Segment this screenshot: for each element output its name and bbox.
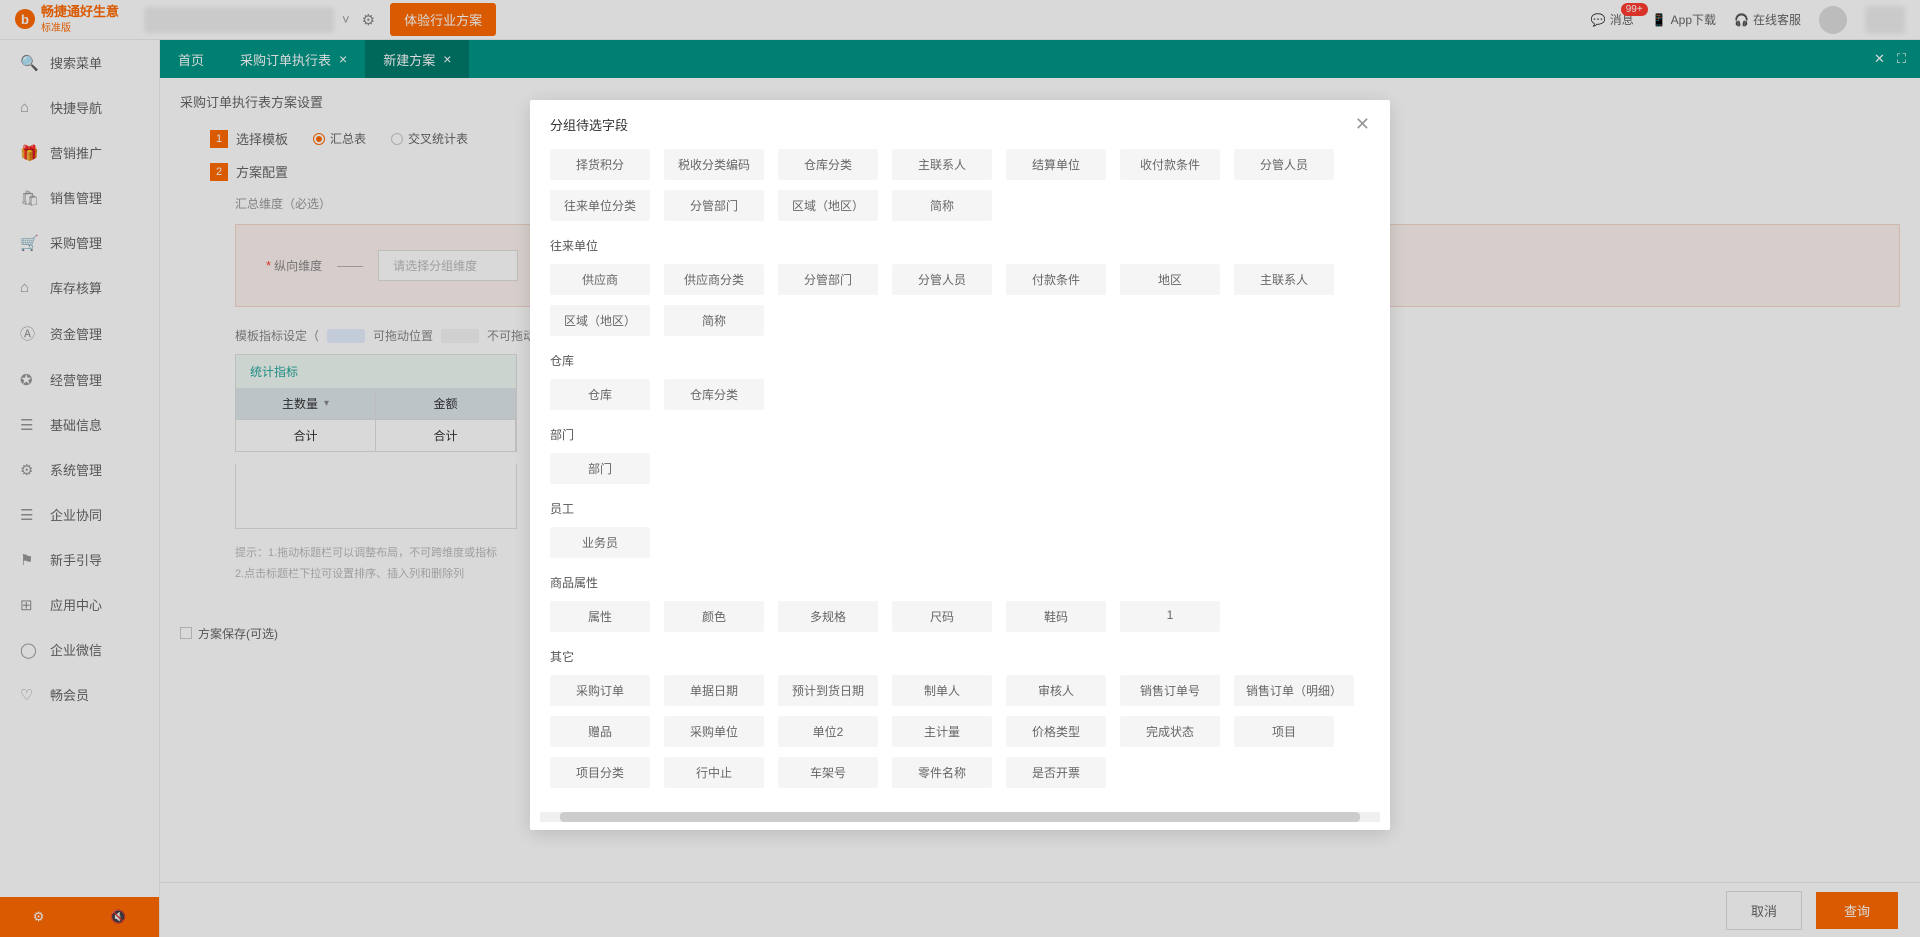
field-chip[interactable]: 单据日期: [664, 675, 764, 706]
field-row: 业务员: [550, 527, 1370, 558]
field-chip[interactable]: 项目: [1234, 716, 1334, 747]
field-chip[interactable]: 往来单位分类: [550, 190, 650, 221]
field-chip[interactable]: 择货积分: [550, 149, 650, 180]
field-chip[interactable]: 地区: [1120, 264, 1220, 295]
field-chip[interactable]: 车架号: [778, 757, 878, 788]
horizontal-scrollbar[interactable]: [540, 812, 1380, 822]
field-chip[interactable]: 主联系人: [892, 149, 992, 180]
field-chip[interactable]: 分管人员: [892, 264, 992, 295]
field-chip[interactable]: 结算单位: [1006, 149, 1106, 180]
field-chip[interactable]: 行中止: [664, 757, 764, 788]
field-chip[interactable]: 主计量: [892, 716, 992, 747]
field-group-title: 其它: [550, 648, 1370, 665]
modal-overlay[interactable]: 分组待选字段 ✕ 择货积分税收分类编码仓库分类主联系人结算单位收付款条件分管人员…: [0, 0, 1920, 937]
field-chip[interactable]: 仓库: [550, 379, 650, 410]
field-row: 项目分类行中止车架号零件名称是否开票: [550, 757, 1370, 788]
field-row: 择货积分税收分类编码仓库分类主联系人结算单位收付款条件分管人员: [550, 149, 1370, 180]
field-chip[interactable]: 项目分类: [550, 757, 650, 788]
field-chip[interactable]: 分管人员: [1234, 149, 1334, 180]
field-chip[interactable]: 制单人: [892, 675, 992, 706]
field-row: 往来单位分类分管部门区域（地区） 简称: [550, 190, 1370, 221]
field-chip[interactable]: 销售订单号: [1120, 675, 1220, 706]
field-chip[interactable]: 仓库分类: [778, 149, 878, 180]
field-row: 区域（地区） 简称: [550, 305, 1370, 336]
field-chip[interactable]: 简称: [892, 190, 992, 221]
field-chip[interactable]: 区域（地区）: [778, 190, 878, 221]
field-row: 仓库仓库分类: [550, 379, 1370, 410]
close-icon[interactable]: ✕: [1355, 114, 1370, 135]
field-chip[interactable]: 预计到货日期: [778, 675, 878, 706]
field-chip[interactable]: 采购订单: [550, 675, 650, 706]
field-row: 部门: [550, 453, 1370, 484]
field-chip[interactable]: 审核人: [1006, 675, 1106, 706]
field-group-title: 部门: [550, 426, 1370, 443]
field-chip[interactable]: 颜色: [664, 601, 764, 632]
field-chip[interactable]: 区域（地区）: [550, 305, 650, 336]
field-chip[interactable]: 销售订单（明细）: [1234, 675, 1354, 706]
field-row: 赠品采购单位单位2 主计量价格类型完成状态项目: [550, 716, 1370, 747]
field-chip[interactable]: 仓库分类: [664, 379, 764, 410]
field-chip[interactable]: 供应商: [550, 264, 650, 295]
field-chip[interactable]: 部门: [550, 453, 650, 484]
field-chip[interactable]: 简称: [664, 305, 764, 336]
field-chip[interactable]: 税收分类编码: [664, 149, 764, 180]
field-chip[interactable]: 业务员: [550, 527, 650, 558]
field-chip[interactable]: 赠品: [550, 716, 650, 747]
field-chip[interactable]: 采购单位: [664, 716, 764, 747]
field-chip[interactable]: 价格类型: [1006, 716, 1106, 747]
field-selector-modal: 分组待选字段 ✕ 择货积分税收分类编码仓库分类主联系人结算单位收付款条件分管人员…: [530, 100, 1390, 830]
field-row: 供应商供应商分类分管部门分管人员付款条件地区主联系人: [550, 264, 1370, 295]
field-chip[interactable]: 是否开票: [1006, 757, 1106, 788]
field-chip[interactable]: 鞋码: [1006, 601, 1106, 632]
field-chip[interactable]: 分管部门: [778, 264, 878, 295]
field-group-title: 员工: [550, 500, 1370, 517]
field-chip[interactable]: 分管部门: [664, 190, 764, 221]
field-chip[interactable]: 收付款条件: [1120, 149, 1220, 180]
field-chip[interactable]: 主联系人: [1234, 264, 1334, 295]
field-chip[interactable]: 供应商分类: [664, 264, 764, 295]
field-chip[interactable]: 单位2: [778, 716, 878, 747]
field-chip[interactable]: 属性: [550, 601, 650, 632]
field-chip[interactable]: 尺码: [892, 601, 992, 632]
field-chip[interactable]: 付款条件: [1006, 264, 1106, 295]
field-chip[interactable]: 多规格: [778, 601, 878, 632]
field-group-title: 仓库: [550, 352, 1370, 369]
field-row: 采购订单单据日期预计到货日期制单人审核人销售订单号销售订单（明细）: [550, 675, 1370, 706]
field-chip[interactable]: 1: [1120, 601, 1220, 632]
field-chip[interactable]: 完成状态: [1120, 716, 1220, 747]
modal-title: 分组待选字段: [550, 115, 628, 134]
field-group-title: 往来单位: [550, 237, 1370, 254]
field-chip[interactable]: 零件名称: [892, 757, 992, 788]
field-row: 属性颜色多规格尺码鞋码 1: [550, 601, 1370, 632]
field-group-title: 商品属性: [550, 574, 1370, 591]
